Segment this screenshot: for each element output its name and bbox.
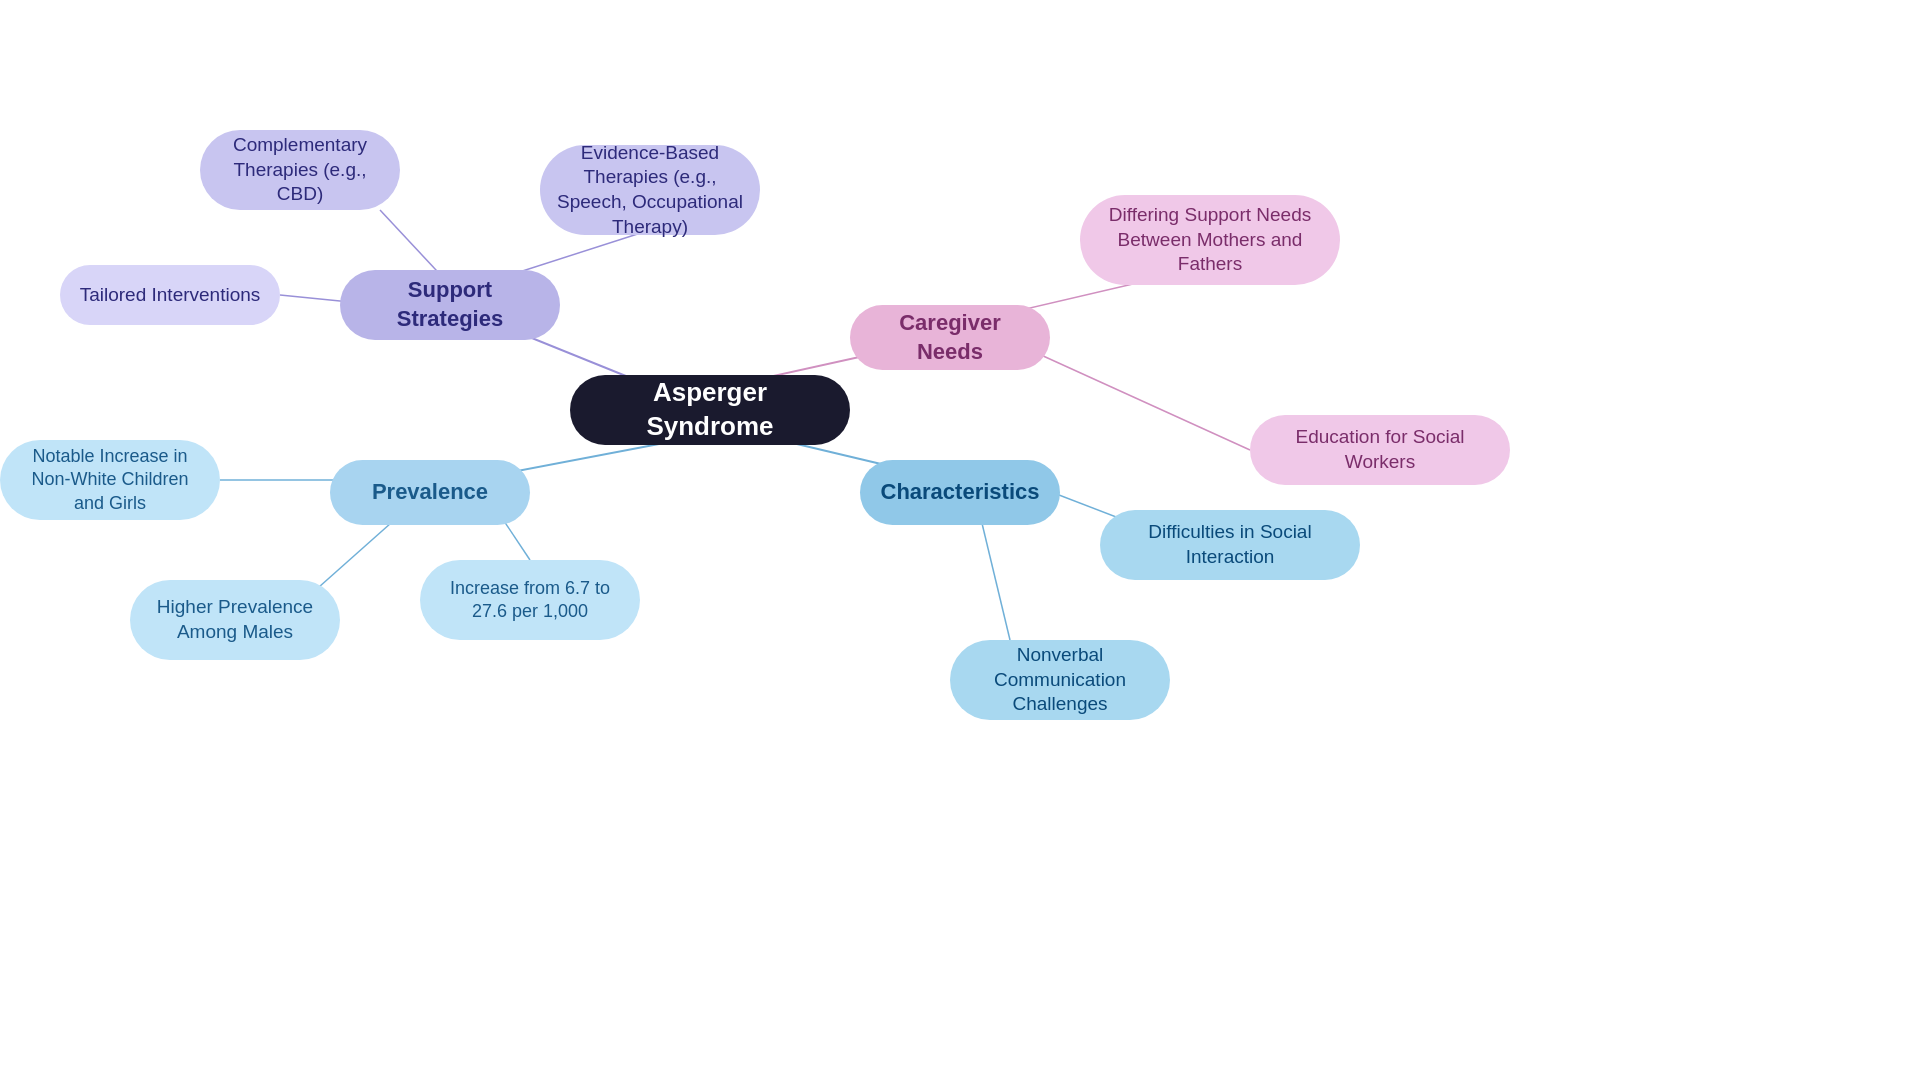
nonverbal-communication-label: Nonverbal Communication Challenges (950, 635, 1170, 725)
center-node: Asperger Syndrome (570, 375, 850, 445)
center-label: Asperger Syndrome (570, 368, 850, 452)
svg-line-13 (980, 515, 1010, 640)
social-interaction-node: Difficulties in Social Interaction (1100, 510, 1360, 580)
support-strategies-label: Support Strategies (340, 268, 560, 341)
higher-prevalence-label: Higher Prevalence Among Males (130, 587, 340, 652)
caregiver-needs-label: Caregiver Needs (850, 301, 1050, 374)
notable-increase-label: Notable Increase in Non-White Children a… (0, 437, 220, 523)
svg-line-6 (1030, 350, 1250, 450)
evidence-based-node: Evidence-Based Therapies (e.g., Speech, … (540, 145, 760, 235)
prevalence-node: Prevalence (330, 460, 530, 525)
tailored-interventions-label: Tailored Interventions (64, 275, 277, 316)
social-interaction-label: Difficulties in Social Interaction (1100, 512, 1360, 577)
tailored-interventions-node: Tailored Interventions (60, 265, 280, 325)
evidence-based-label: Evidence-Based Therapies (e.g., Speech, … (540, 133, 760, 248)
complementary-therapies-label: Complementary Therapies (e.g., CBD) (200, 125, 400, 215)
education-social-workers-node: Education for Social Workers (1250, 415, 1510, 485)
complementary-therapies-node: Complementary Therapies (e.g., CBD) (200, 130, 400, 210)
prevalence-label: Prevalence (356, 470, 504, 515)
support-strategies-node: Support Strategies (340, 270, 560, 340)
education-social-workers-label: Education for Social Workers (1250, 417, 1510, 482)
svg-line-9 (310, 515, 400, 595)
nonverbal-communication-node: Nonverbal Communication Challenges (950, 640, 1170, 720)
caregiver-needs-node: Caregiver Needs (850, 305, 1050, 370)
characteristics-node: Characteristics (860, 460, 1060, 525)
higher-prevalence-node: Higher Prevalence Among Males (130, 580, 340, 660)
increase-stats-node: Increase from 6.7 to 27.6 per 1,000 (420, 560, 640, 640)
differing-support-node: Differing Support Needs Between Mothers … (1080, 195, 1340, 285)
increase-stats-label: Increase from 6.7 to 27.6 per 1,000 (420, 569, 640, 632)
differing-support-label: Differing Support Needs Between Mothers … (1080, 195, 1340, 285)
characteristics-label: Characteristics (865, 470, 1056, 515)
notable-increase-node: Notable Increase in Non-White Children a… (0, 440, 220, 520)
